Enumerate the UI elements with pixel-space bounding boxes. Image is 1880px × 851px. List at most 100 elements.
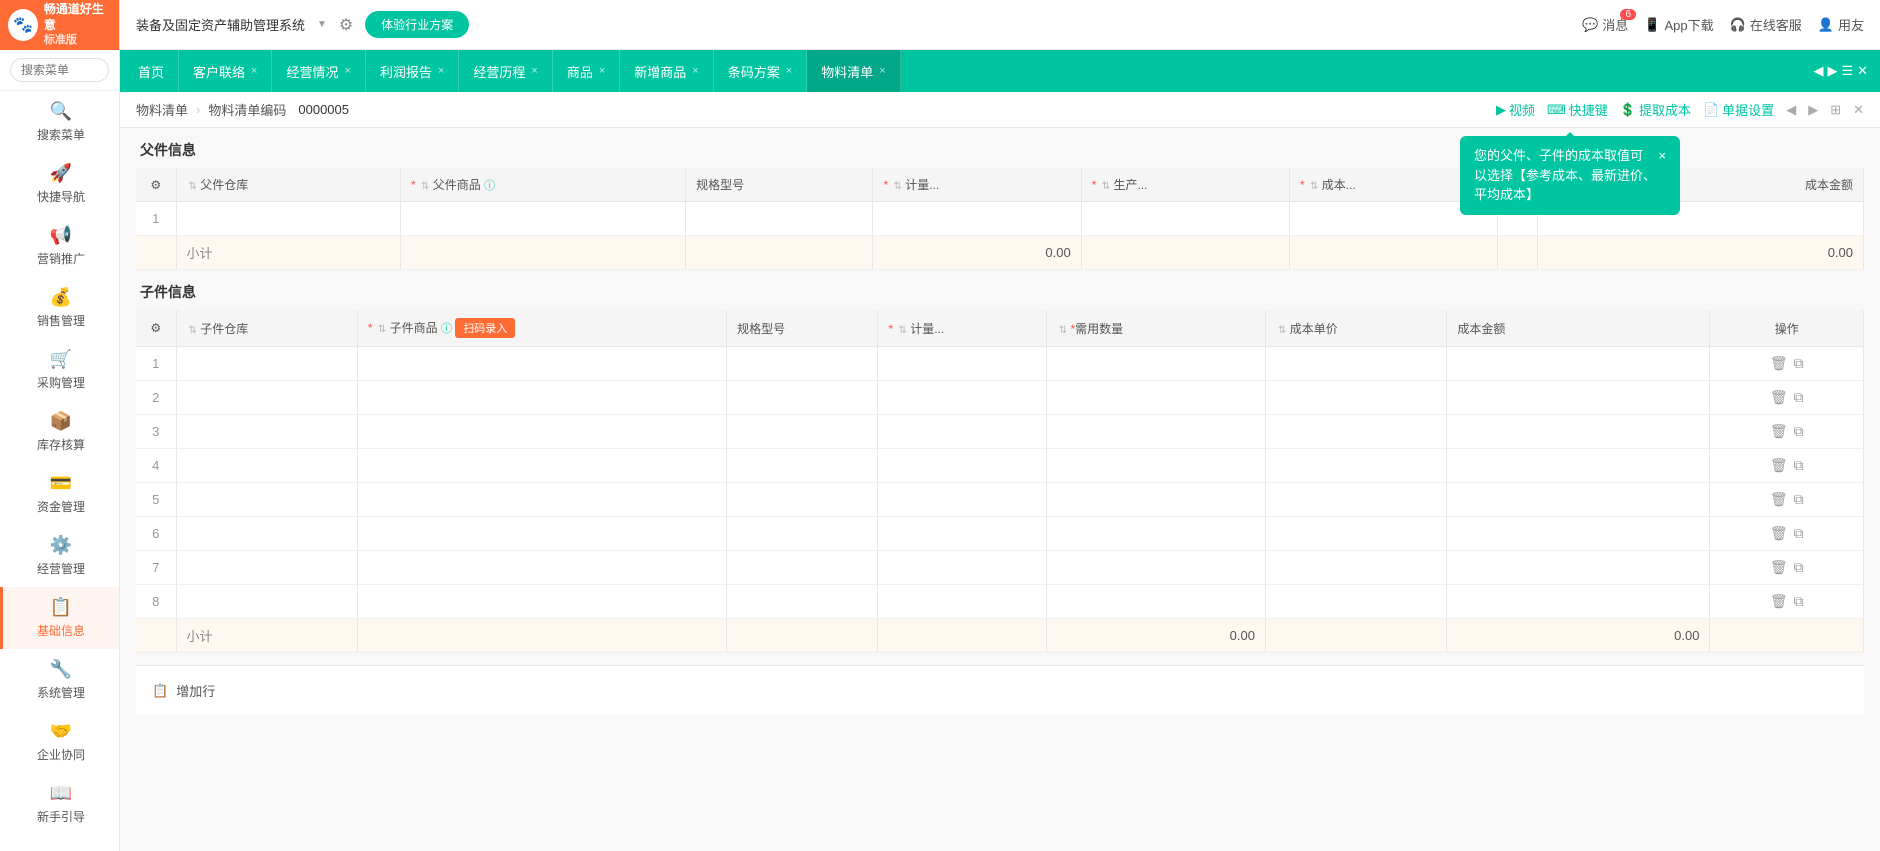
tab-operations-status[interactable]: 经营情况 ×	[272, 50, 365, 92]
child-product-cell[interactable]	[357, 585, 726, 619]
parent-spec-cell[interactable]	[686, 202, 873, 236]
tab-close-all-icon[interactable]: ✕	[1857, 63, 1868, 79]
copy-icon[interactable]: ⧉	[1794, 457, 1804, 474]
delete-icon[interactable]: 🗑	[1770, 559, 1788, 576]
tab-menu-icon[interactable]: ☰	[1841, 63, 1853, 79]
tab-customer[interactable]: 客户联络 ×	[179, 50, 272, 92]
child-unit-cost-cell[interactable]	[1265, 517, 1446, 551]
delete-icon[interactable]: 🗑	[1770, 491, 1788, 508]
child-warehouse-cell[interactable]	[176, 517, 357, 551]
tooltip-close-button[interactable]: ×	[1658, 146, 1666, 166]
child-needed-qty-cell[interactable]	[1046, 347, 1265, 381]
app-download-button[interactable]: 📱 App下载	[1644, 15, 1713, 34]
child-needed-qty-cell[interactable]	[1046, 483, 1265, 517]
tab-close-operations-status[interactable]: ×	[344, 65, 350, 77]
sidebar-item-enterprise[interactable]: 🤝 企业协同	[0, 711, 119, 773]
sidebar-item-search[interactable]: 🔍 搜索菜单	[0, 91, 119, 153]
copy-icon[interactable]: ⧉	[1794, 355, 1804, 372]
child-col-settings[interactable]: ⚙	[136, 310, 176, 347]
action-view[interactable]: ▶ 视频	[1496, 100, 1535, 119]
child-warehouse-cell[interactable]	[176, 483, 357, 517]
tab-new-product[interactable]: 新增商品 ×	[620, 50, 713, 92]
nav-prev-icon[interactable]: ◀	[1786, 102, 1796, 118]
child-unit-cost-cell[interactable]	[1265, 449, 1446, 483]
delete-icon[interactable]: 🗑	[1770, 593, 1788, 610]
scan-button[interactable]: 扫码录入	[455, 318, 515, 338]
tab-operations-history[interactable]: 经营历程 ×	[459, 50, 552, 92]
delete-icon[interactable]: 🗑	[1770, 355, 1788, 372]
sidebar-item-marketing[interactable]: 📢 营销推广	[0, 215, 119, 277]
tab-close-products[interactable]: ×	[599, 65, 605, 77]
trial-button[interactable]: 体验行业方案	[365, 11, 469, 38]
tab-profit-report[interactable]: 利润报告 ×	[366, 50, 459, 92]
child-warehouse-cell[interactable]	[176, 415, 357, 449]
action-single-settings[interactable]: 📄 单据设置	[1703, 100, 1774, 119]
child-qty-cell[interactable]	[878, 483, 1046, 517]
child-product-cell[interactable]	[357, 517, 726, 551]
sidebar-item-inventory[interactable]: 📦 库存核算	[0, 401, 119, 463]
action-shortcut[interactable]: ⌨ 快捷键	[1547, 100, 1608, 119]
sidebar-item-operations[interactable]: ⚙️ 经营管理	[0, 525, 119, 587]
parent-qty-cell[interactable]	[873, 202, 1081, 236]
grid-view-icon[interactable]: ⊞	[1830, 102, 1841, 118]
user-button[interactable]: 👤 用友	[1818, 15, 1864, 34]
child-needed-qty-cell[interactable]	[1046, 551, 1265, 585]
child-product-cell[interactable]	[357, 347, 726, 381]
child-spec-cell[interactable]	[727, 347, 878, 381]
parent-production-cell[interactable]	[1081, 202, 1289, 236]
child-warehouse-cell[interactable]	[176, 347, 357, 381]
tab-close-profit-report[interactable]: ×	[438, 65, 444, 77]
online-service-button[interactable]: 🎧 在线客服	[1730, 15, 1802, 34]
delete-icon[interactable]: 🗑	[1770, 525, 1788, 542]
copy-icon[interactable]: ⧉	[1794, 593, 1804, 610]
child-needed-qty-cell[interactable]	[1046, 415, 1265, 449]
child-qty-cell[interactable]	[878, 517, 1046, 551]
child-warehouse-cell[interactable]	[176, 585, 357, 619]
child-spec-cell[interactable]	[727, 551, 878, 585]
nav-next-icon[interactable]: ▶	[1808, 102, 1818, 118]
child-product-cell[interactable]	[357, 449, 726, 483]
parent-col-settings[interactable]: ⚙	[136, 168, 176, 202]
parent-warehouse-cell[interactable]	[176, 202, 401, 236]
child-product-cell[interactable]	[357, 415, 726, 449]
child-unit-cost-cell[interactable]	[1265, 415, 1446, 449]
sidebar-item-purchase[interactable]: 🛒 采购管理	[0, 339, 119, 401]
child-needed-qty-cell[interactable]	[1046, 381, 1265, 415]
child-spec-cell[interactable]	[727, 415, 878, 449]
message-button[interactable]: 💬 消息 6	[1582, 15, 1628, 34]
sidebar-item-guide[interactable]: 📖 新手引导	[0, 773, 119, 835]
sidebar-item-quick-nav[interactable]: 🚀 快捷导航	[0, 153, 119, 215]
child-warehouse-cell[interactable]	[176, 449, 357, 483]
child-qty-cell[interactable]	[878, 347, 1046, 381]
delete-icon[interactable]: 🗑	[1770, 457, 1788, 474]
tab-home[interactable]: 首页	[124, 50, 179, 92]
breadcrumb-parent[interactable]: 物料清单	[136, 100, 188, 119]
copy-icon[interactable]: ⧉	[1794, 525, 1804, 542]
child-unit-cost-cell[interactable]	[1265, 585, 1446, 619]
child-spec-cell[interactable]	[727, 585, 878, 619]
settings-icon[interactable]: ⚙	[339, 15, 353, 35]
sidebar-item-sales[interactable]: 💰 销售管理	[0, 277, 119, 339]
child-warehouse-cell[interactable]	[176, 381, 357, 415]
tab-bom[interactable]: 物料清单 ×	[807, 50, 900, 92]
child-qty-cell[interactable]	[878, 585, 1046, 619]
child-qty-cell[interactable]	[878, 449, 1046, 483]
child-warehouse-cell[interactable]	[176, 551, 357, 585]
delete-icon[interactable]: 🗑	[1770, 389, 1788, 406]
sidebar-item-finance[interactable]: 💳 资金管理	[0, 463, 119, 525]
child-unit-cost-cell[interactable]	[1265, 381, 1446, 415]
child-product-cell[interactable]	[357, 381, 726, 415]
tab-close-customer[interactable]: ×	[251, 65, 257, 77]
sidebar-item-basic-info[interactable]: 📋 基础信息	[0, 587, 119, 649]
child-needed-qty-cell[interactable]	[1046, 585, 1265, 619]
tab-close-barcode[interactable]: ×	[786, 65, 792, 77]
tab-close-operations-history[interactable]: ×	[531, 65, 537, 77]
child-spec-cell[interactable]	[727, 449, 878, 483]
child-unit-cost-cell[interactable]	[1265, 551, 1446, 585]
search-input[interactable]	[10, 58, 109, 82]
delete-icon[interactable]: 🗑	[1770, 423, 1788, 440]
close-page-icon[interactable]: ✕	[1853, 102, 1864, 118]
child-spec-cell[interactable]	[727, 483, 878, 517]
copy-icon[interactable]: ⧉	[1794, 559, 1804, 576]
parent-product-cell[interactable]	[401, 202, 686, 236]
